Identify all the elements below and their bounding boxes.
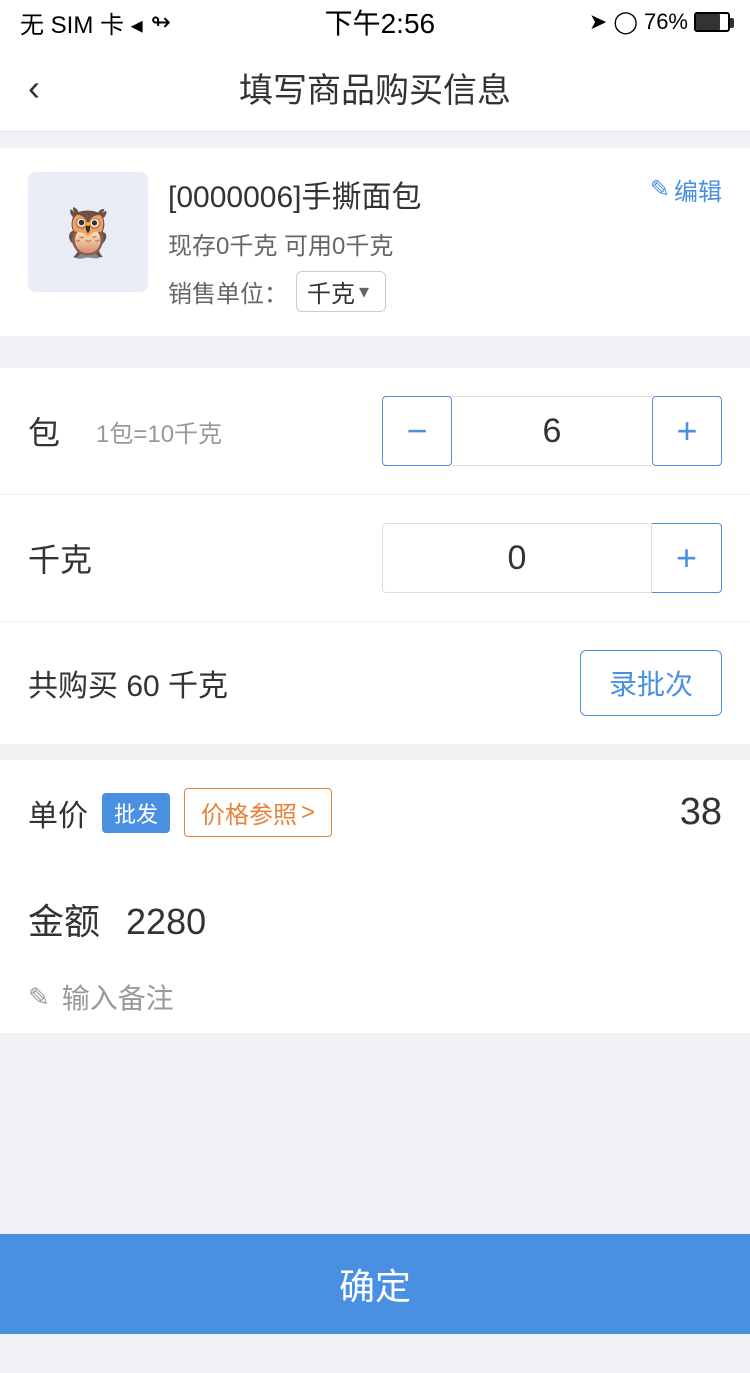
amount-text: 金额 2280	[28, 893, 722, 945]
price-badge: 批发	[102, 793, 170, 833]
remark-text: 输入备注	[62, 977, 174, 1017]
status-left: 无 SIM 卡 ◂ ↬	[20, 5, 171, 40]
nav-bar: ‹ 填写商品购买信息	[0, 44, 750, 132]
dropdown-arrow-icon: ▾	[359, 279, 369, 304]
status-right: ➤ ◯ 76%	[589, 9, 730, 35]
kilogram-label: 千克	[28, 535, 92, 581]
status-bar: 无 SIM 卡 ◂ ↬ 下午2:56 ➤ ◯ 76%	[0, 0, 750, 44]
alarm-icon: ◯	[613, 9, 638, 35]
package-hint: 1包=10千克	[96, 414, 382, 449]
price-value: 38	[680, 791, 722, 834]
remark-icon: ✎	[28, 982, 50, 1013]
summary-row: 共购买 60 千克 录批次	[0, 622, 750, 744]
price-ref-button[interactable]: 价格参照 >	[184, 788, 332, 837]
product-image-icon: 🦉	[58, 204, 118, 261]
divider-1	[0, 336, 750, 352]
kilogram-row: 千克 +	[0, 495, 750, 622]
divider-2	[0, 744, 750, 760]
package-controls: − +	[382, 396, 722, 466]
package-row: 包 1包=10千克 − +	[0, 368, 750, 495]
product-unit-row: 销售单位： 千克 ▾	[168, 271, 722, 312]
unit-select[interactable]: 千克 ▾	[296, 271, 386, 312]
price-label: 单价	[28, 791, 88, 835]
price-ref-arrow-icon: >	[301, 799, 315, 827]
package-decrement-button[interactable]: −	[382, 396, 452, 466]
edit-button[interactable]: ✎ 编辑	[650, 172, 722, 207]
product-stock: 现存0千克 可用0千克	[168, 226, 722, 261]
wifi-icon: ↬	[151, 8, 171, 37]
battery-label: 76%	[644, 9, 688, 35]
status-time: 下午2:56	[325, 2, 436, 42]
package-label: 包	[28, 408, 88, 454]
price-ref-label: 价格参照	[201, 795, 297, 830]
product-section: 🦉 [0000006]手撕面包 现存0千克 可用0千克 销售单位： 千克 ▾ ✎…	[0, 148, 750, 336]
location-icon: ➤	[589, 9, 607, 35]
unit-label: 销售单位：	[168, 274, 288, 309]
kilogram-input[interactable]	[382, 523, 652, 593]
kilogram-increment-button[interactable]: +	[652, 523, 722, 593]
package-increment-button[interactable]: +	[652, 396, 722, 466]
kilogram-controls: +	[382, 523, 722, 593]
quantity-section: 包 1包=10千克 − + 千克 +	[0, 368, 750, 622]
back-button[interactable]: ‹	[28, 67, 40, 109]
edit-icon: ✎	[650, 175, 670, 204]
amount-section: 金额 2280 ✎ 输入备注	[0, 865, 750, 1033]
price-section: 单价 批发 价格参照 > 38	[0, 760, 750, 865]
no-sim-label: 无 SIM 卡 ◂	[20, 5, 143, 40]
batch-button[interactable]: 录批次	[580, 650, 722, 716]
package-input[interactable]	[452, 396, 652, 466]
battery-icon	[694, 12, 730, 32]
confirm-button[interactable]: 确定	[0, 1234, 750, 1334]
product-thumbnail: 🦉	[28, 172, 148, 292]
product-info: [0000006]手撕面包 现存0千克 可用0千克 销售单位： 千克 ▾	[168, 172, 722, 312]
remark-row[interactable]: ✎ 输入备注	[28, 961, 722, 1033]
summary-text: 共购买 60 千克	[28, 661, 228, 705]
page-title: 填写商品购买信息	[239, 63, 511, 112]
product-name: [0000006]手撕面包	[168, 172, 722, 216]
